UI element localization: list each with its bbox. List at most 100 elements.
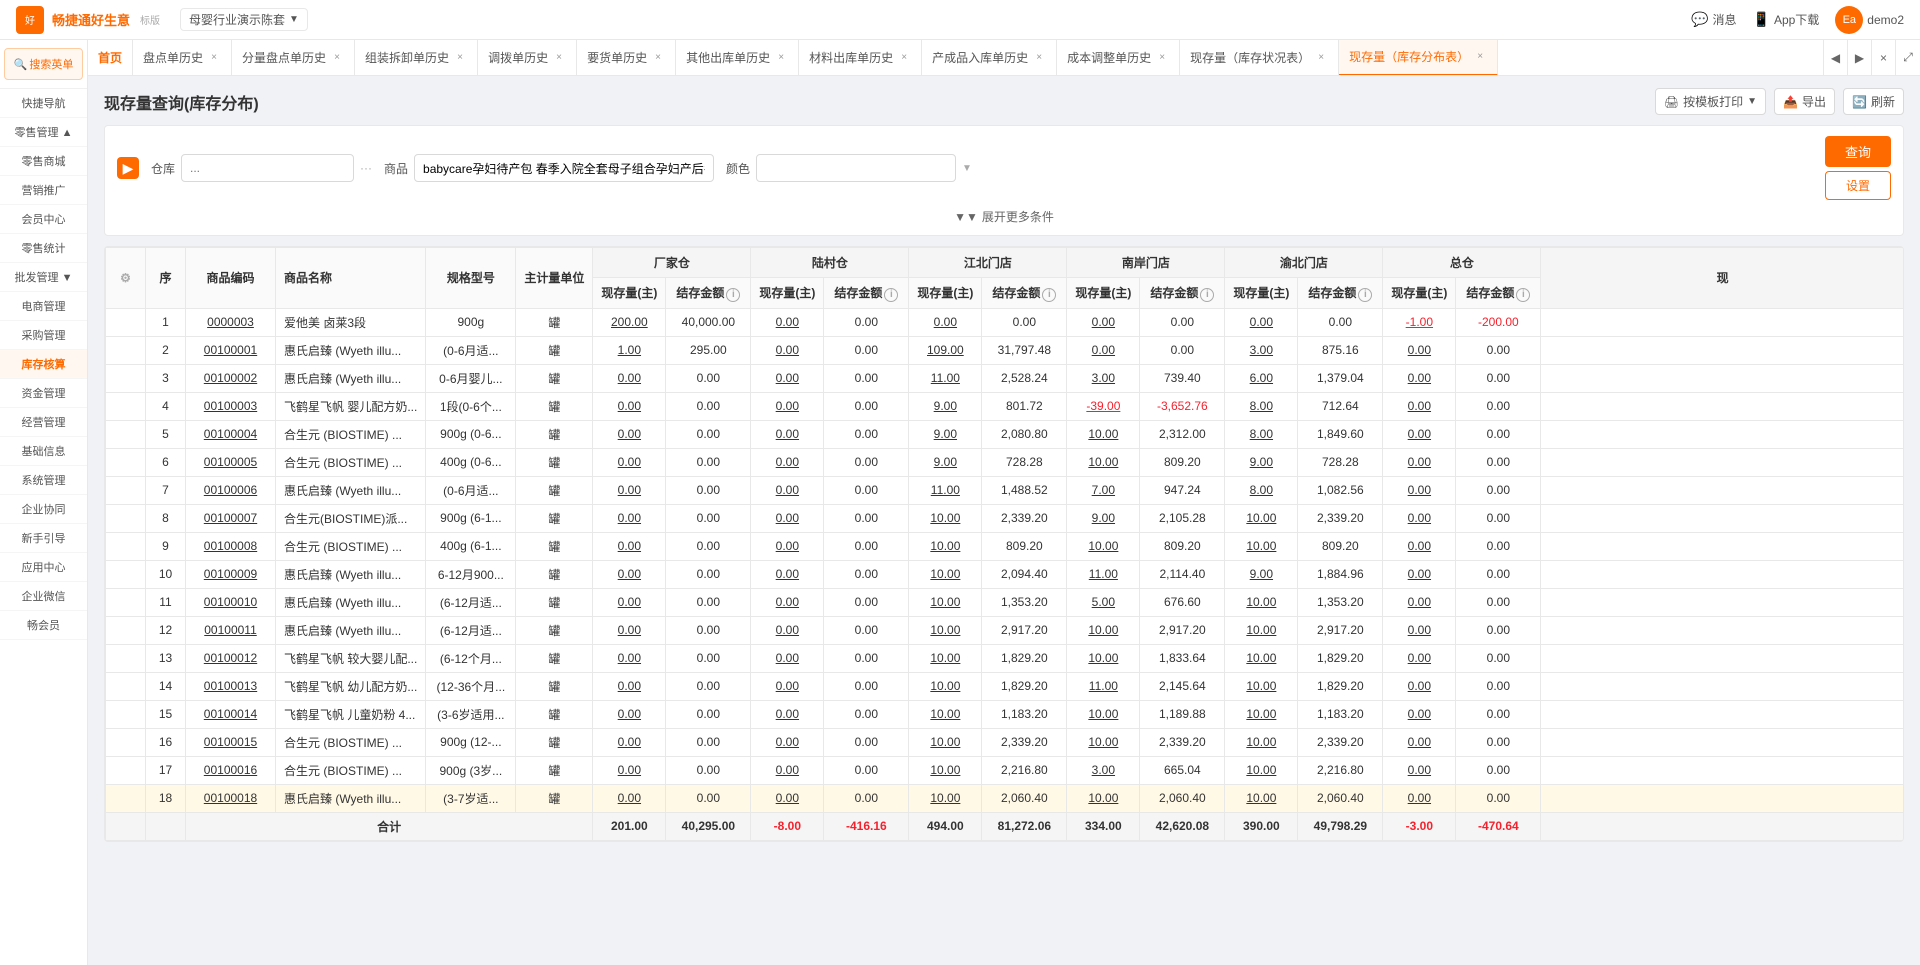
info-icon-c1[interactable]: i	[726, 288, 740, 302]
sidebar-item-retail-stats[interactable]: 零售统计	[0, 234, 87, 263]
table-row: 16 00100015 合生元 (BIOSTIME) ... 900g (12-…	[106, 728, 1905, 756]
tab-close-partial[interactable]: ×	[330, 51, 344, 65]
tab-stock-dist[interactable]: 现存量（库存分布表） ×	[1339, 40, 1498, 76]
sidebar-item-ecommerce[interactable]: 电商管理	[0, 292, 87, 321]
tab-assembly[interactable]: 组装拆卸单历史 ×	[355, 40, 478, 76]
info-icon-c3[interactable]: i	[1042, 288, 1056, 302]
tab-home[interactable]: 首页	[88, 40, 133, 76]
table-row: 1 0000003 爱他美 卤莱3段 900g 罐 200.00 40,000.…	[106, 308, 1905, 336]
content-area: 首页 盘点单历史 × 分量盘点单历史 × 组装拆卸单历史 × 调拨单历史 ×	[88, 40, 1920, 965]
sidebar-item-retail-mgmt[interactable]: 零售管理 ▲	[0, 118, 87, 147]
sidebar: 🔍 搜索英单 快捷导航 零售管理 ▲ 零售商城 营销推广 会员中心 零售统计 批…	[0, 40, 88, 965]
setting-btn[interactable]: 设置	[1825, 171, 1891, 200]
group-current: 现	[1541, 248, 1904, 309]
data-table: ⚙ 序 商品编码 商品名称 规格型号 主计量单位 厂家仓 陆村仓 江北门店 南岸…	[105, 247, 1904, 841]
sidebar-item-collab[interactable]: 企业协同	[0, 495, 87, 524]
tab-material-out[interactable]: 材料出库单历史 ×	[799, 40, 922, 76]
page-header: 现存量查询(库存分布) 🖨 按模板打印 ▼ 📤 导出 🔄 刷新	[104, 88, 1904, 115]
tab-requisition[interactable]: 要货单历史 ×	[577, 40, 676, 76]
group-lucun: 陆村仓	[751, 248, 909, 278]
tab-close-transfer[interactable]: ×	[552, 51, 566, 65]
top-bar-left: 好 畅捷通好生意 标版 母婴行业演示陈套 ▼	[16, 6, 308, 34]
warehouse-dots[interactable]: ···	[360, 161, 372, 175]
app-sub: 标版	[140, 12, 160, 27]
group-jiangbei: 江北门店	[909, 248, 1067, 278]
warehouse-input[interactable]	[181, 154, 354, 182]
page-content: 现存量查询(库存分布) 🖨 按模板打印 ▼ 📤 导出 🔄 刷新	[88, 76, 1920, 965]
info-icon-c2[interactable]: i	[884, 288, 898, 302]
table-row: 13 00100012 飞鹤星飞帆 较大婴儿配... (6-12个月... 罐 …	[106, 644, 1905, 672]
sidebar-item-appcenter[interactable]: 应用中心	[0, 553, 87, 582]
table-row: 18 00100018 惠氏启臻 (Wyeth illu... (3-7岁适..…	[106, 784, 1905, 812]
sidebar-item-operations[interactable]: 经营管理	[0, 408, 87, 437]
tab-close-stock-status[interactable]: ×	[1314, 51, 1328, 65]
color-input[interactable]	[756, 154, 956, 182]
sidebar-item-member[interactable]: 会员中心	[0, 205, 87, 234]
tab-close-other-out[interactable]: ×	[774, 51, 788, 65]
sidebar-item-finance[interactable]: 资金管理	[0, 379, 87, 408]
tab-close-stocktake[interactable]: ×	[207, 51, 221, 65]
tab-close-material[interactable]: ×	[897, 51, 911, 65]
tab-stock-status[interactable]: 现存量（库存状况表） ×	[1180, 40, 1339, 76]
table-row: 5 00100004 合生元 (BIOSTIME) ... 900g (0-6.…	[106, 420, 1905, 448]
info-icon-c4[interactable]: i	[1200, 288, 1214, 302]
sidebar-item-newguide[interactable]: 新手引导	[0, 524, 87, 553]
app-download-btn[interactable]: 📱 App下载	[1753, 11, 1820, 28]
search-btn[interactable]: 🔍 搜索英单	[4, 48, 83, 80]
t-qty-header: 现存量(主)	[1383, 278, 1456, 309]
sidebar-item-inventory[interactable]: 库存核算	[0, 350, 87, 379]
tab-close-assembly[interactable]: ×	[453, 51, 467, 65]
sidebar-item-purchase[interactable]: 采购管理	[0, 321, 87, 350]
filter-toggle[interactable]: ▶	[117, 157, 139, 179]
tab-close-cost[interactable]: ×	[1155, 51, 1169, 65]
sidebar-item-corpwechat[interactable]: 企业微信	[0, 582, 87, 611]
table-row: 14 00100013 飞鹤星飞帆 幼儿配方奶... (12-36个月... 罐…	[106, 672, 1905, 700]
industry-selector[interactable]: 母婴行业演示陈套 ▼	[180, 8, 308, 31]
tab-expand-btn[interactable]: ⤢	[1896, 40, 1920, 76]
sidebar-item-marketing[interactable]: 营销推广	[0, 176, 87, 205]
tab-partial-stocktake[interactable]: 分量盘点单历史 ×	[232, 40, 355, 76]
tab-close-requisition[interactable]: ×	[651, 51, 665, 65]
sidebar-item-base[interactable]: 基础信息	[0, 437, 87, 466]
tab-next-btn[interactable]: ▶	[1848, 40, 1872, 76]
info-icon-t[interactable]: i	[1516, 288, 1530, 302]
expand-btn[interactable]: ▼▼ 展开更多条件	[954, 208, 1054, 225]
info-icon-c5[interactable]: i	[1358, 288, 1372, 302]
page-actions: 🖨 按模板打印 ▼ 📤 导出 🔄 刷新	[1655, 88, 1904, 115]
group-yubei: 渝北门店	[1225, 248, 1383, 278]
table-row: 9 00100008 合生元 (BIOSTIME) ... 400g (6-1.…	[106, 532, 1905, 560]
sidebar-item-wholesale[interactable]: 批发管理 ▼	[0, 263, 87, 292]
gear-icon[interactable]: ⚙	[116, 268, 136, 288]
col-unit-header: 主计量单位	[516, 248, 593, 309]
tab-close-finished[interactable]: ×	[1032, 51, 1046, 65]
tab-prev-btn[interactable]: ◀	[1824, 40, 1848, 76]
filter-btn-row: ▼▼ 展开更多条件	[117, 208, 1891, 225]
goods-input[interactable]	[414, 154, 714, 182]
sidebar-item-system[interactable]: 系统管理	[0, 466, 87, 495]
logo-icon: 好	[16, 6, 44, 34]
sidebar-item-quicknav[interactable]: 快捷导航	[0, 89, 87, 118]
refresh-btn[interactable]: 🔄 刷新	[1843, 88, 1904, 115]
col-no-header: 序	[146, 248, 186, 309]
export-btn[interactable]: 📤 导出	[1774, 88, 1835, 115]
tab-other-outbound[interactable]: 其他出库单历史 ×	[676, 40, 799, 76]
tab-cost-adjust[interactable]: 成本调整单历史 ×	[1057, 40, 1180, 76]
top-bar: 好 畅捷通好生意 标版 母婴行业演示陈套 ▼ 💬 消息 📱 App下载 Ea d…	[0, 0, 1920, 40]
page-title: 现存量查询(库存分布)	[104, 90, 259, 114]
tab-stocktake[interactable]: 盘点单历史 ×	[133, 40, 232, 76]
print-btn[interactable]: 🖨 按模板打印 ▼	[1655, 88, 1766, 115]
col-settings-header: ⚙	[106, 248, 146, 309]
tab-transfer[interactable]: 调拨单历史 ×	[478, 40, 577, 76]
tab-finished-goods[interactable]: 产成品入库单历史 ×	[922, 40, 1057, 76]
user-menu[interactable]: Ea demo2	[1835, 6, 1904, 34]
message-btn[interactable]: 💬 消息	[1691, 11, 1736, 28]
warehouse-field: 仓库 ···	[151, 154, 372, 182]
c2-qty-header: 现存量(主)	[751, 278, 824, 309]
tab-close-all-btn[interactable]: ×	[1872, 40, 1896, 76]
sidebar-item-vip[interactable]: 畅会员	[0, 611, 87, 640]
tab-close-stock-dist[interactable]: ×	[1473, 50, 1487, 64]
sidebar-item-retail-shop[interactable]: 零售商城	[0, 147, 87, 176]
query-btn[interactable]: 查询	[1825, 136, 1891, 167]
t-amt-header: 结存金额i	[1456, 278, 1541, 309]
table-row: 11 00100010 惠氏启臻 (Wyeth illu... (6-12月适.…	[106, 588, 1905, 616]
